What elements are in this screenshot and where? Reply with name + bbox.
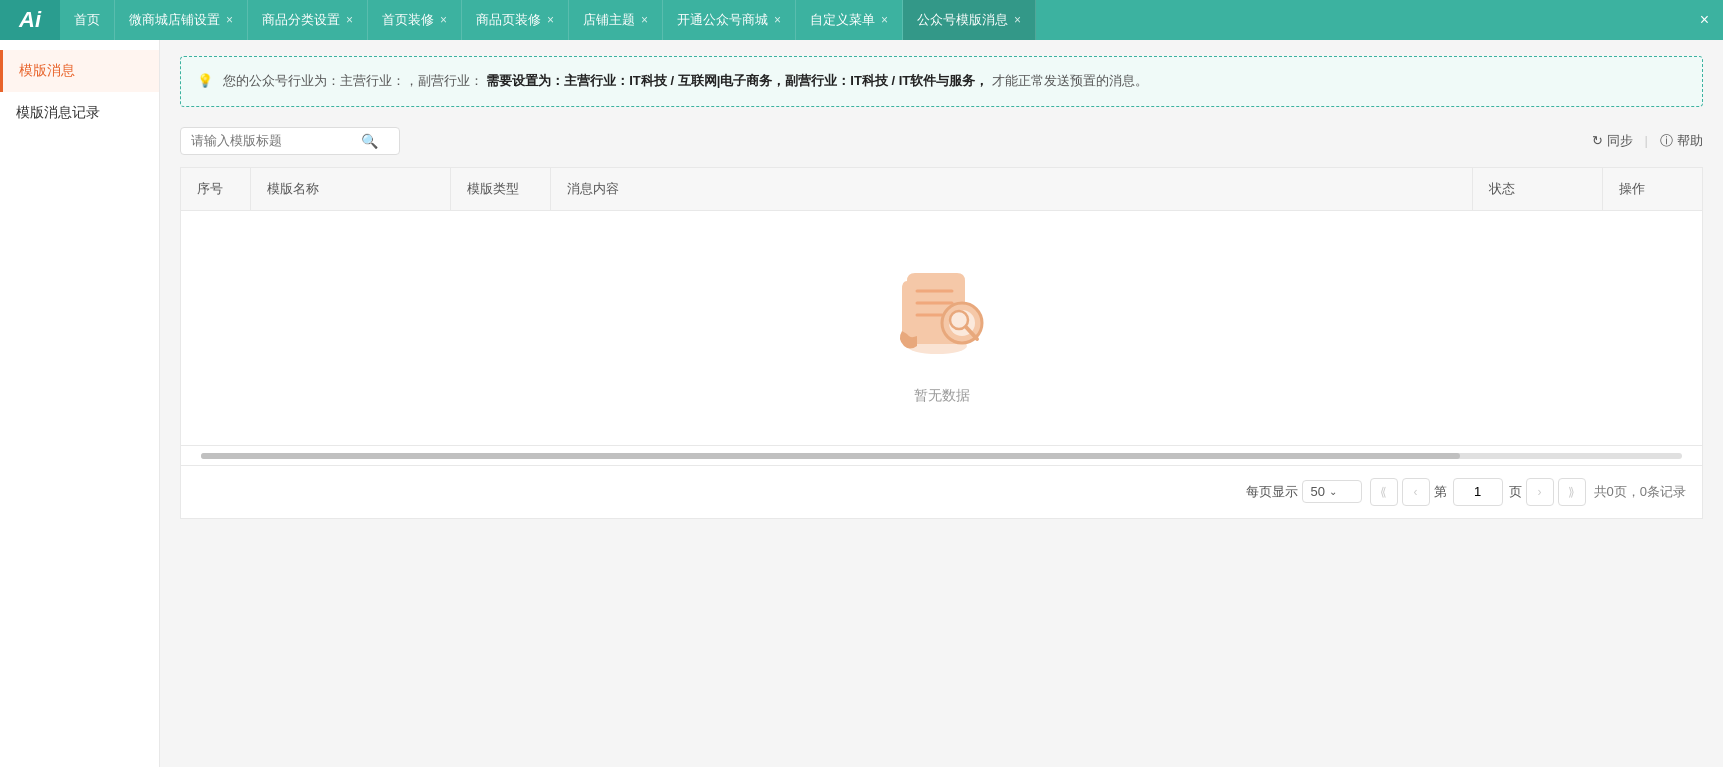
col-seq: 序号 xyxy=(181,167,251,210)
nav-tab-wshop[interactable]: 微商城店铺设置 × xyxy=(115,0,248,40)
page-size-dropdown[interactable]: 50 ⌄ xyxy=(1302,480,1362,503)
prev-page-button[interactable]: ‹ xyxy=(1402,478,1430,506)
page-size-label: 每页显示 xyxy=(1246,483,1298,501)
help-icon: ⓘ xyxy=(1660,132,1673,150)
total-info: 共0页，0条记录 xyxy=(1594,483,1686,501)
page-label-after: 页 xyxy=(1509,483,1522,501)
col-name: 模版名称 xyxy=(251,167,451,210)
sidebar-item-template-msg[interactable]: 模版消息 xyxy=(0,50,159,92)
col-type: 模版类型 xyxy=(451,167,551,210)
nav-tab-custom-menu[interactable]: 自定义菜单 × xyxy=(796,0,903,40)
sync-button[interactable]: ↻ 同步 xyxy=(1592,132,1633,150)
col-status: 状态 xyxy=(1473,167,1603,210)
last-page-button[interactable]: ⟫ xyxy=(1558,478,1586,506)
nav-tab-product-decor[interactable]: 商品页装修 × xyxy=(462,0,569,40)
nav-tab-home[interactable]: 首页 xyxy=(60,0,115,40)
scroll-track xyxy=(201,453,1682,459)
nav-tab-store-theme[interactable]: 店铺主题 × xyxy=(569,0,663,40)
top-nav: Ai 首页 微商城店铺设置 × 商品分类设置 × 首页装修 × 商品页装修 × … xyxy=(0,0,1723,40)
close-tab-custom-menu[interactable]: × xyxy=(881,13,888,27)
notice-highlight: 需要设置为：主营行业：IT科技 / 互联网|电子商务，副营行业：IT科技 / I… xyxy=(486,73,988,88)
scroll-thumb xyxy=(201,453,1460,459)
search-icon[interactable]: 🔍 xyxy=(361,133,378,149)
close-tab-store-theme[interactable]: × xyxy=(641,13,648,27)
toolbar: 🔍 ↻ 同步 | ⓘ 帮助 xyxy=(180,127,1703,155)
main-layout: 模版消息 模版消息记录 💡 您的公众号行业为：主营行业：，副营行业： 需要设置为… xyxy=(0,40,1723,767)
page-input-group: 第 页 xyxy=(1434,478,1522,506)
close-tab-category[interactable]: × xyxy=(346,13,353,27)
first-page-button[interactable]: ⟪ xyxy=(1370,478,1398,506)
search-box: 🔍 xyxy=(180,127,400,155)
close-tab-open-mall[interactable]: × xyxy=(774,13,781,27)
toolbar-right: ↻ 同步 | ⓘ 帮助 xyxy=(1592,132,1703,150)
page-size-select: 每页显示 50 ⌄ xyxy=(1246,480,1362,503)
nav-tab-open-mall[interactable]: 开通公众号商城 × xyxy=(663,0,796,40)
col-content: 消息内容 xyxy=(551,167,1473,210)
table-header-row: 序号 模版名称 模版类型 消息内容 状态 操作 xyxy=(181,167,1703,210)
app-logo: Ai xyxy=(0,0,60,40)
nav-tab-home-decor[interactable]: 首页装修 × xyxy=(368,0,462,40)
notice-suffix: 才能正常发送预置的消息。 xyxy=(992,73,1148,88)
main-content: 💡 您的公众号行业为：主营行业：，副营行业： 需要设置为：主营行业：IT科技 /… xyxy=(160,40,1723,767)
page-nav: ⟪ ‹ 第 页 › ⟫ xyxy=(1370,478,1586,506)
next-page-button[interactable]: › xyxy=(1526,478,1554,506)
sidebar: 模版消息 模版消息记录 xyxy=(0,40,160,767)
nav-tab-template-msg[interactable]: 公众号模版消息 × xyxy=(903,0,1036,40)
help-button[interactable]: ⓘ 帮助 xyxy=(1660,132,1703,150)
page-number-input[interactable] xyxy=(1453,478,1503,506)
data-table: 序号 模版名称 模版类型 消息内容 状态 操作 xyxy=(180,167,1703,211)
empty-text: 暂无数据 xyxy=(181,387,1702,405)
close-tab-product-decor[interactable]: × xyxy=(547,13,554,27)
notice-prefix: 您的公众号行业为：主营行业：，副营行业： xyxy=(223,73,483,88)
pagination: 每页显示 50 ⌄ ⟪ ‹ 第 页 › ⟫ 共0页，0条记录 xyxy=(180,466,1703,519)
page-label-before: 第 xyxy=(1434,483,1447,501)
notice-box: 💡 您的公众号行业为：主营行业：，副营行业： 需要设置为：主营行业：IT科技 /… xyxy=(180,56,1703,107)
close-tab-home-decor[interactable]: × xyxy=(440,13,447,27)
search-input[interactable] xyxy=(191,133,361,148)
nav-tab-category[interactable]: 商品分类设置 × xyxy=(248,0,368,40)
sync-icon: ↻ xyxy=(1592,133,1603,148)
chevron-down-icon: ⌄ xyxy=(1329,486,1337,497)
close-tab-template-msg[interactable]: × xyxy=(1014,13,1021,27)
col-action: 操作 xyxy=(1603,167,1703,210)
notice-icon: 💡 xyxy=(197,73,213,88)
close-all-tabs[interactable]: × xyxy=(1686,11,1723,29)
toolbar-divider: | xyxy=(1645,133,1648,148)
sidebar-item-template-record[interactable]: 模版消息记录 xyxy=(0,92,159,134)
scroll-bar-area[interactable] xyxy=(180,446,1703,466)
close-tab-wshop[interactable]: × xyxy=(226,13,233,27)
empty-icon xyxy=(882,251,1002,371)
empty-state: 暂无数据 xyxy=(180,211,1703,446)
